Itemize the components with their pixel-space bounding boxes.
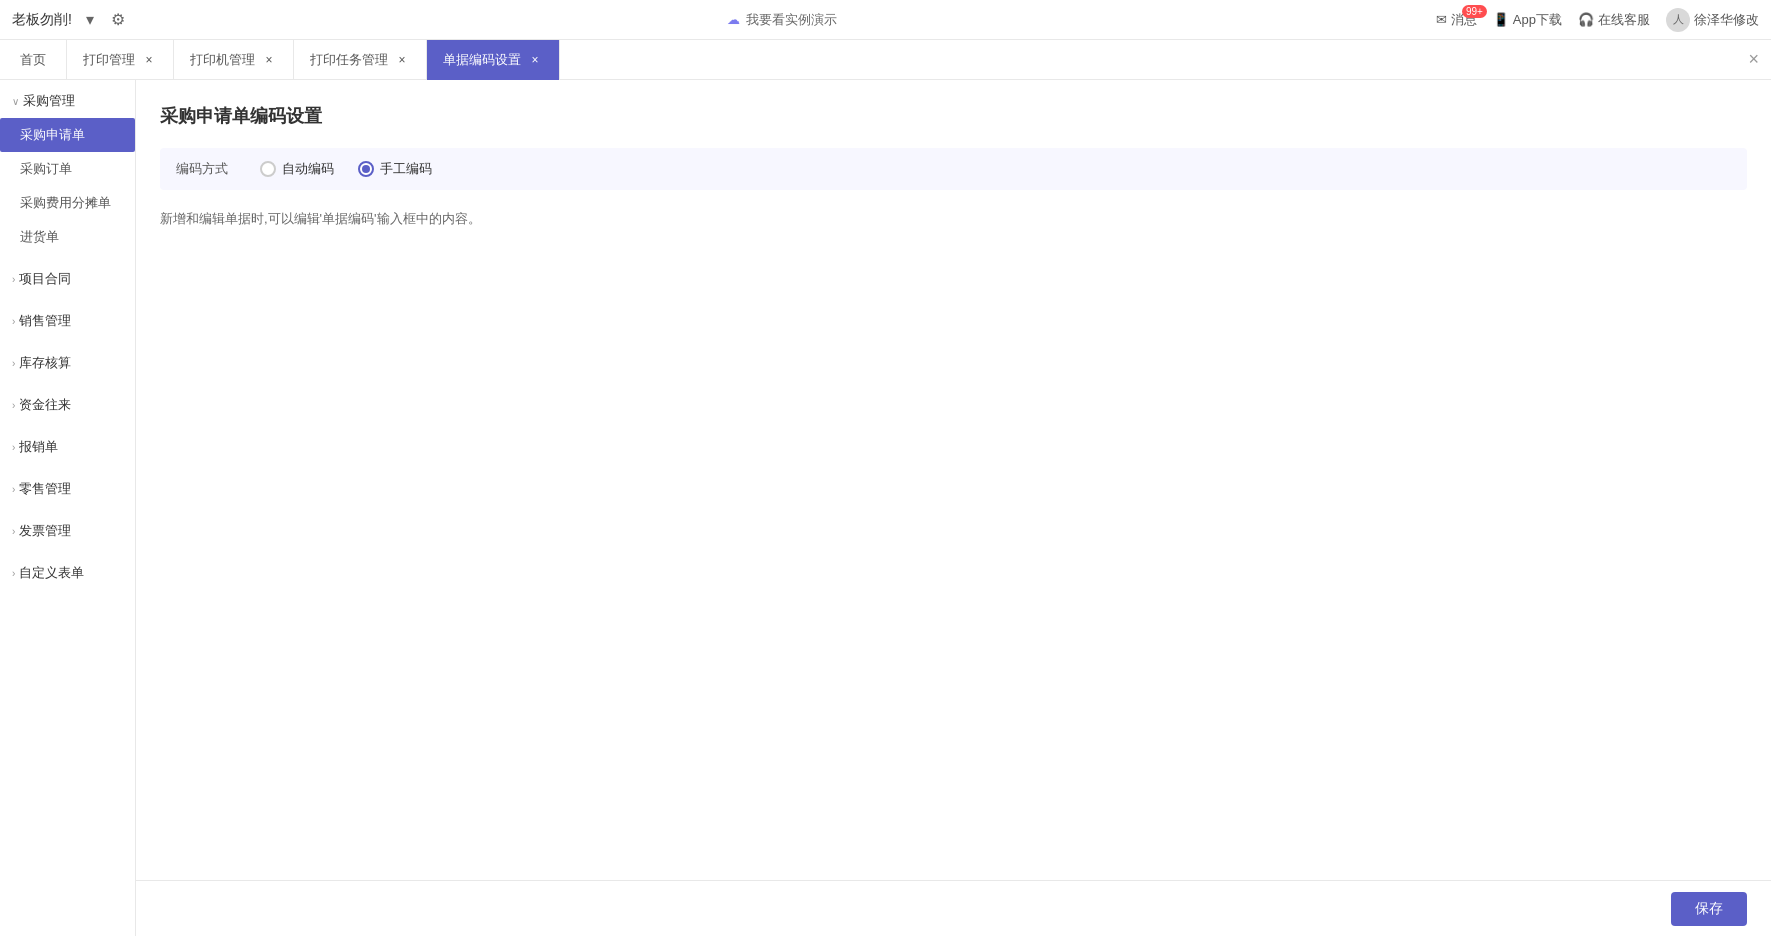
radio-auto[interactable]: 自动编码 bbox=[260, 160, 334, 178]
radio-auto-circle bbox=[260, 161, 276, 177]
window-close-icon[interactable]: × bbox=[1748, 49, 1759, 69]
sidebar-group-retail[interactable]: › 零售管理 bbox=[0, 472, 135, 506]
demo-link[interactable]: ☁ 我要看实例演示 bbox=[727, 11, 837, 29]
message-icon: ✉ bbox=[1436, 12, 1447, 27]
chevron-right-icon-8: › bbox=[12, 568, 15, 579]
sidebar-group-invoices-label: 发票管理 bbox=[19, 522, 71, 540]
content-area: 采购申请单编码设置 编码方式 自动编码 手工编码 新增和编辑单据时,可以编辑'单… bbox=[136, 80, 1771, 936]
app-download-label: App下载 bbox=[1513, 11, 1562, 29]
app-title: 老板勿削! bbox=[12, 11, 72, 29]
sidebar-section-returns: › 报销单 bbox=[0, 426, 135, 468]
sidebar-group-inventory-label: 库存核算 bbox=[19, 354, 71, 372]
radio-group: 自动编码 手工编码 bbox=[260, 160, 432, 178]
username: 徐泽华修改 bbox=[1694, 11, 1759, 29]
sidebar-item-goods-receipt-label: 进货单 bbox=[20, 228, 59, 246]
tab-printer-management[interactable]: 打印机管理 × bbox=[174, 40, 294, 80]
tab-print-management[interactable]: 打印管理 × bbox=[67, 40, 174, 80]
tab-print-management-close[interactable]: × bbox=[141, 52, 157, 68]
sidebar-section-sales: › 销售管理 bbox=[0, 300, 135, 342]
chevron-right-icon-2: › bbox=[12, 316, 15, 327]
encoding-row: 编码方式 自动编码 手工编码 bbox=[160, 148, 1747, 190]
radio-manual-circle bbox=[358, 161, 374, 177]
app-download-btn[interactable]: 📱 App下载 bbox=[1493, 11, 1562, 29]
top-bar-right: ✉ 消息 99+ 📱 App下载 🎧 在线客服 人 徐泽华修改 bbox=[1436, 8, 1759, 32]
sidebar-group-retail-label: 零售管理 bbox=[19, 480, 71, 498]
radio-auto-label: 自动编码 bbox=[282, 160, 334, 178]
chevron-right-icon-4: › bbox=[12, 400, 15, 411]
tab-print-task-label: 打印任务管理 bbox=[310, 51, 388, 69]
tab-print-task-close[interactable]: × bbox=[394, 52, 410, 68]
sidebar-item-purchase-expense-label: 采购费用分摊单 bbox=[20, 194, 111, 212]
sidebar: ∨ 采购管理 采购申请单 采购订单 采购费用分摊单 进货单 › 项目合同 bbox=[0, 80, 136, 936]
sidebar-group-invoices[interactable]: › 发票管理 bbox=[0, 514, 135, 548]
sidebar-group-sales-label: 销售管理 bbox=[19, 312, 71, 330]
sidebar-group-sales[interactable]: › 销售管理 bbox=[0, 304, 135, 338]
sidebar-group-funds[interactable]: › 资金往来 bbox=[0, 388, 135, 422]
hint-text: 新增和编辑单据时,可以编辑'单据编码'输入框中的内容。 bbox=[160, 210, 1747, 228]
chevron-right-icon: › bbox=[12, 274, 15, 285]
sidebar-section-purchase: ∨ 采购管理 采购申请单 采购订单 采购费用分摊单 进货单 bbox=[0, 80, 135, 258]
sidebar-group-purchase[interactable]: ∨ 采购管理 bbox=[0, 84, 135, 118]
tab-home-label: 首页 bbox=[20, 51, 46, 69]
footer-bar: 保存 bbox=[136, 880, 1771, 936]
sidebar-section-retail: › 零售管理 bbox=[0, 468, 135, 510]
notifications-badge: 99+ bbox=[1462, 5, 1487, 18]
sidebar-section-project: › 项目合同 bbox=[0, 258, 135, 300]
online-support-btn[interactable]: 🎧 在线客服 bbox=[1578, 11, 1650, 29]
sidebar-group-project-label: 项目合同 bbox=[19, 270, 71, 288]
avatar: 人 bbox=[1666, 8, 1690, 32]
tab-home[interactable]: 首页 bbox=[0, 40, 67, 80]
sidebar-item-purchase-order[interactable]: 采购订单 bbox=[0, 152, 135, 186]
tab-barcode-settings-label: 单据编码设置 bbox=[443, 51, 521, 69]
tab-print-task[interactable]: 打印任务管理 × bbox=[294, 40, 427, 80]
online-support-label: 在线客服 bbox=[1598, 11, 1650, 29]
sidebar-section-inventory: › 库存核算 bbox=[0, 342, 135, 384]
user-info[interactable]: 人 徐泽华修改 bbox=[1666, 8, 1759, 32]
sidebar-item-goods-receipt[interactable]: 进货单 bbox=[0, 220, 135, 254]
chevron-right-icon-7: › bbox=[12, 526, 15, 537]
sidebar-section-custom: › 自定义表单 bbox=[0, 552, 135, 594]
sidebar-section-invoices: › 发票管理 bbox=[0, 510, 135, 552]
tab-print-management-label: 打印管理 bbox=[83, 51, 135, 69]
top-bar: 老板勿削! ▾ ⚙ ☁ 我要看实例演示 ✉ 消息 99+ 📱 App下载 🎧 在… bbox=[0, 0, 1771, 40]
settings-icon[interactable]: ⚙ bbox=[108, 10, 128, 30]
notifications-btn[interactable]: ✉ 消息 99+ bbox=[1436, 11, 1477, 29]
sidebar-section-funds: › 资金往来 bbox=[0, 384, 135, 426]
tab-barcode-settings-close[interactable]: × bbox=[527, 52, 543, 68]
main-layout: ∨ 采购管理 采购申请单 采购订单 采购费用分摊单 进货单 › 项目合同 bbox=[0, 80, 1771, 936]
demo-text: 我要看实例演示 bbox=[746, 11, 837, 29]
save-button[interactable]: 保存 bbox=[1671, 892, 1747, 926]
headset-icon: 🎧 bbox=[1578, 12, 1594, 27]
page-title: 采购申请单编码设置 bbox=[160, 104, 1747, 128]
sidebar-group-project[interactable]: › 项目合同 bbox=[0, 262, 135, 296]
radio-manual-label: 手工编码 bbox=[380, 160, 432, 178]
chevron-right-icon-6: › bbox=[12, 484, 15, 495]
tab-bar: 首页 打印管理 × 打印机管理 × 打印任务管理 × 单据编码设置 × × bbox=[0, 40, 1771, 80]
sidebar-group-funds-label: 资金往来 bbox=[19, 396, 71, 414]
chevron-down-icon: ∨ bbox=[12, 96, 19, 107]
cloud-icon: ☁ bbox=[727, 12, 740, 27]
tab-printer-management-close[interactable]: × bbox=[261, 52, 277, 68]
sidebar-group-custom[interactable]: › 自定义表单 bbox=[0, 556, 135, 590]
sidebar-group-custom-label: 自定义表单 bbox=[19, 564, 84, 582]
sidebar-item-purchase-request-label: 采购申请单 bbox=[20, 126, 85, 144]
top-bar-left: 老板勿削! ▾ ⚙ bbox=[12, 10, 128, 30]
window-close-area: × bbox=[1748, 49, 1771, 70]
encoding-label: 编码方式 bbox=[176, 160, 228, 178]
tab-barcode-settings[interactable]: 单据编码设置 × bbox=[427, 40, 560, 80]
radio-manual[interactable]: 手工编码 bbox=[358, 160, 432, 178]
sidebar-group-returns-label: 报销单 bbox=[19, 438, 58, 456]
dropdown-icon[interactable]: ▾ bbox=[80, 10, 100, 30]
download-icon: 📱 bbox=[1493, 12, 1509, 27]
sidebar-group-inventory[interactable]: › 库存核算 bbox=[0, 346, 135, 380]
sidebar-item-purchase-order-label: 采购订单 bbox=[20, 160, 72, 178]
sidebar-group-purchase-label: 采购管理 bbox=[23, 92, 75, 110]
sidebar-group-returns[interactable]: › 报销单 bbox=[0, 430, 135, 464]
content-panel: 采购申请单编码设置 编码方式 自动编码 手工编码 新增和编辑单据时,可以编辑'单… bbox=[136, 80, 1771, 880]
chevron-right-icon-3: › bbox=[12, 358, 15, 369]
sidebar-item-purchase-request[interactable]: 采购申请单 bbox=[0, 118, 135, 152]
sidebar-item-purchase-expense[interactable]: 采购费用分摊单 bbox=[0, 186, 135, 220]
chevron-right-icon-5: › bbox=[12, 442, 15, 453]
tab-printer-management-label: 打印机管理 bbox=[190, 51, 255, 69]
